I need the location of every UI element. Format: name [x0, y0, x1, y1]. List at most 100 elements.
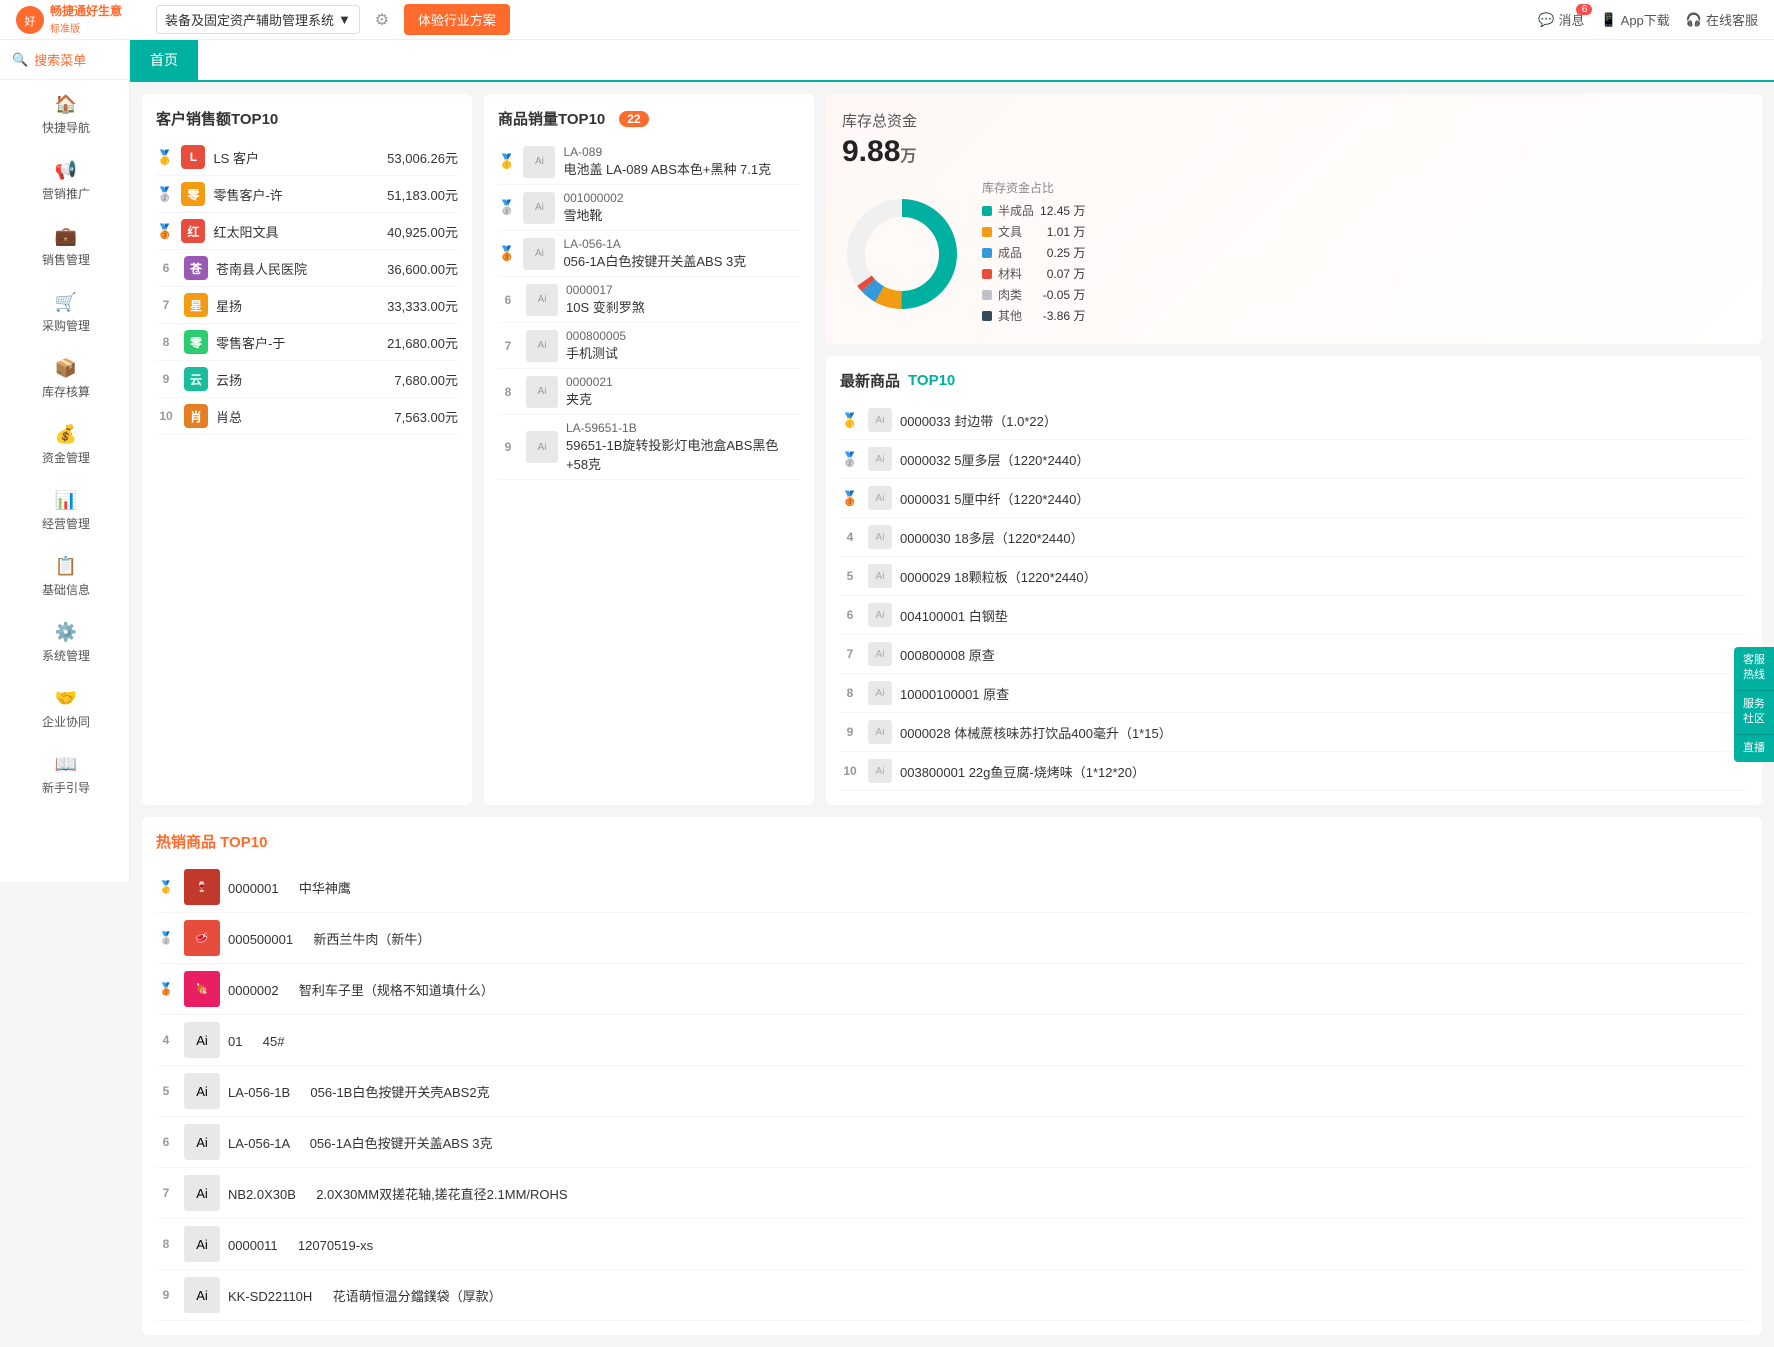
legend-dot	[982, 248, 992, 258]
hot-item: 6 Ai LA-056-1A 056-1A白色按键开关盖ABS 3克	[156, 1117, 1748, 1168]
hot-thumb: Ai	[184, 1124, 220, 1160]
legend-dot	[982, 227, 992, 237]
product-item: 8 Ai 0000021 夹克	[498, 369, 800, 415]
product-code: LA-089	[563, 145, 800, 159]
sidebar-item-label: 营销推广	[42, 185, 90, 202]
latest-info: 003800001 22g鱼豆腐-烧烤味（1*12*20）	[900, 762, 1748, 781]
settings-icon[interactable]: ⚙	[368, 6, 396, 34]
hot-thumb: 🥩	[184, 920, 220, 956]
latest-item: 🥈 Ai 0000032 5厘多层（1220*2440）	[840, 440, 1748, 479]
product-item: 🥇 Ai LA-089 电池盖 LA-089 ABS本色+黑种 7.1克	[498, 139, 800, 185]
sidebar-item-sales[interactable]: 💼 销售管理	[0, 212, 129, 278]
sidebar-item-enterprise[interactable]: 🤝 企业协同	[0, 674, 129, 740]
trial-button[interactable]: 体验行业方案	[404, 4, 510, 35]
hot-item: 8 Ai 0000011 12070519-xs	[156, 1219, 1748, 1270]
rank-num: 8	[156, 335, 176, 349]
product-code: LA-056-1A	[563, 237, 800, 251]
sidebar-item-label: 快捷导航	[42, 119, 90, 136]
medal-icon: 🥉	[840, 490, 860, 507]
sidebar-item-inventory[interactable]: 📦 库存核算	[0, 344, 129, 410]
chevron-down-icon: ▼	[338, 12, 351, 27]
product-sales-title: 商品销量TOP10 22	[498, 108, 800, 129]
marketing-icon: 📢	[55, 160, 77, 181]
message-item[interactable]: 💬 消息 6	[1538, 10, 1584, 29]
hot-item: 🥇 🍷 0000001 中华神鹰	[156, 862, 1748, 913]
latest-item: 9 Ai 0000028 体械蔗核味苏打饮品400毫升（1*15）	[840, 713, 1748, 752]
hot-name: 0000002 智利车子里（规格不知道填什么）	[228, 980, 1748, 999]
rank-item: 9 云 云扬 7,680.00元	[156, 361, 458, 398]
sidebar-item-basic-info[interactable]: 📋 基础信息	[0, 542, 129, 608]
sidebar-item-marketing[interactable]: 📢 营销推广	[0, 146, 129, 212]
sidebar-item-guide[interactable]: 📖 新手引导	[0, 740, 129, 806]
online-service-label: 在线客服	[1706, 10, 1758, 29]
sidebar-item-system[interactable]: ⚙️ 系统管理	[0, 608, 129, 674]
rank-amount: 51,183.00元	[387, 185, 458, 204]
logo-sub: 标准版	[50, 20, 122, 35]
sidebar-item-navigation[interactable]: 🏠 快捷导航	[0, 80, 129, 146]
customer-rank-list: 🥇 L LS 客户 53,006.26元 🥈 零 零售客户-许 51,183.0…	[156, 139, 458, 435]
legend-item: 文具 1.01 万	[982, 223, 1085, 240]
online-service-item[interactable]: 🎧 在线客服	[1686, 10, 1758, 29]
rank-num: 5	[156, 1084, 176, 1098]
legend-list: 半成品 12.45 万 文具 1.01 万 成品 0	[982, 202, 1085, 324]
topbar: 好 畅捷通好生意 标准版 装备及固定资产辅助管理系统 ▼ ⚙ 体验行业方案 💬 …	[0, 0, 1774, 40]
legend-name: 材料	[998, 265, 1041, 282]
search-label: 搜索菜单	[34, 50, 86, 69]
legend-dot	[982, 206, 992, 216]
system-selector[interactable]: 装备及固定资产辅助管理系统 ▼	[156, 5, 360, 34]
float-btn-hotline[interactable]: 客服热线	[1734, 647, 1774, 691]
product-code: 001000002	[563, 191, 800, 205]
rank-item: 🥇 L LS 客户 53,006.26元	[156, 139, 458, 176]
rank-num: 8	[156, 1237, 176, 1251]
rank-amount: 33,333.00元	[387, 296, 458, 315]
finance-icon: 💰	[55, 424, 77, 445]
system-name: 装备及固定资产辅助管理系统	[165, 10, 334, 29]
product-info: LA-089 电池盖 LA-089 ABS本色+黑种 7.1克	[563, 145, 800, 178]
sidebar-item-operations[interactable]: 📊 经营管理	[0, 476, 129, 542]
sidebar-item-finance[interactable]: 💰 资金管理	[0, 410, 129, 476]
message-badge: 6	[1576, 4, 1592, 15]
latest-info: 0000029 18颗粒板（1220*2440）	[900, 567, 1748, 586]
product-name: 夹克	[566, 389, 800, 408]
float-btn-community[interactable]: 服务社区	[1734, 691, 1774, 735]
sidebar-item-label: 销售管理	[42, 251, 90, 268]
product-code: LA-59651-1B	[566, 421, 800, 435]
product-code: 000800005	[566, 329, 800, 343]
app-download-item[interactable]: 📱 App下载	[1600, 10, 1669, 29]
hot-thumb: Ai	[184, 1073, 220, 1109]
medal-icon: 🥉	[156, 982, 176, 996]
latest-products-list: 🥇 Ai 0000033 封边带（1.0*22） 🥈 Ai 0000032	[840, 401, 1748, 791]
latest-thumb: Ai	[868, 525, 892, 549]
logo-area: 好 畅捷通好生意 标准版	[16, 4, 146, 35]
hot-thumb: 🍖	[184, 971, 220, 1007]
product-item: 9 Ai LA-59651-1B 59651-1B旋转投影灯电池盒ABS黑色+5…	[498, 415, 800, 480]
hot-item: 7 Ai NB2.0X30B 2.0X30MM双搓花轴,搓花直径2.1MM/RO…	[156, 1168, 1748, 1219]
rank-num: 4	[840, 530, 860, 544]
medal-icon: 🥈	[840, 451, 860, 468]
product-code: 0000017	[566, 283, 800, 297]
rank-name: 星扬	[216, 296, 379, 315]
hot-thumb: Ai	[184, 1022, 220, 1058]
rank-item: 🥈 零 零售客户-许 51,183.00元	[156, 176, 458, 213]
sidebar-item-purchase[interactable]: 🛒 采购管理	[0, 278, 129, 344]
legend-item: 成品 0.25 万	[982, 244, 1085, 261]
rank-num: 9	[498, 440, 518, 454]
rank-name: 零售客户-于	[216, 333, 379, 352]
latest-products-card: 最新商品 TOP10 🥇 Ai 0000033 封边带（1.0*22） 🥈	[826, 356, 1762, 805]
legend-val: -3.86 万	[1043, 307, 1086, 324]
medal-icon: 🥈	[156, 931, 176, 945]
rank-amount: 21,680.00元	[387, 333, 458, 352]
latest-item: 6 Ai 004100001 白钢垫	[840, 596, 1748, 635]
latest-products-title: 最新商品 TOP10	[840, 370, 1748, 391]
latest-item: 10 Ai 003800001 22g鱼豆腐-烧烤味（1*12*20）	[840, 752, 1748, 791]
latest-thumb: Ai	[868, 486, 892, 510]
hot-name: 01 45#	[228, 1031, 1748, 1050]
hot-products-section: 热销商品 TOP10 🥇 🍷 0000001 中华神鹰 🥈	[130, 817, 1774, 1347]
rank-name: 苍南县人民医院	[216, 259, 379, 278]
latest-info: 004100001 白钢垫	[900, 606, 1748, 625]
svg-text:好: 好	[25, 14, 36, 28]
sidebar-search[interactable]: 🔍 搜索菜单	[0, 40, 129, 80]
tab-home[interactable]: 首页	[130, 40, 198, 80]
float-btn-live[interactable]: 直播	[1734, 735, 1774, 762]
latest-item: 7 Ai 000800008 原查	[840, 635, 1748, 674]
